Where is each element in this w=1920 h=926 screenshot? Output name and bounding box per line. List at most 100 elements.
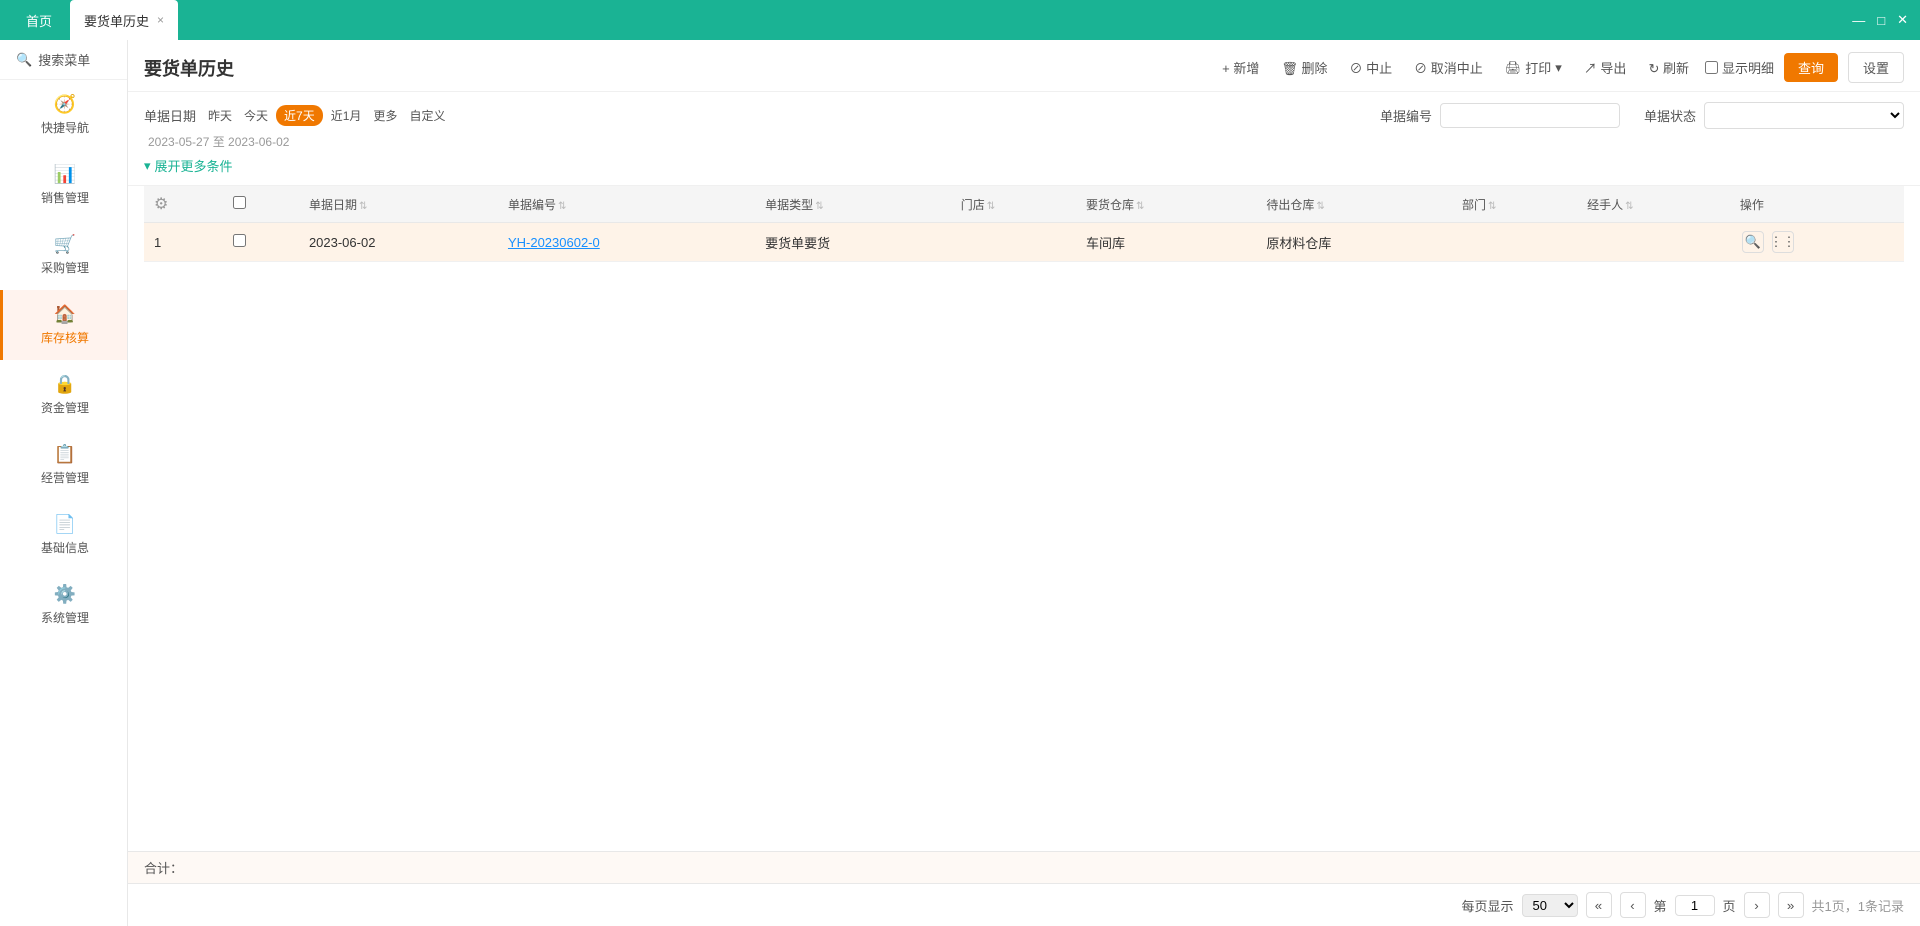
expand-more-btn[interactable]: ▾ 展开更多条件 (144, 156, 1904, 175)
sort-icon-handler: ⇅ (1625, 201, 1633, 212)
date-btns: 昨天 今天 近7天 近1月 更多 自定义 (204, 105, 449, 126)
status-label: 单据状态 (1644, 106, 1696, 125)
refresh-button[interactable]: ↻ 刷新 (1642, 54, 1695, 81)
tab-history[interactable]: 要货单历史 × (70, 0, 178, 40)
cell-store (951, 223, 1076, 262)
sidebar: 🔍 搜索菜单 🧭 快捷导航 📊 销售管理 🛒 采购管理 🏠 库存核算 🔒 资金管… (0, 40, 128, 926)
display-detail-label: 显示明细 (1722, 58, 1774, 77)
cell-date: 2023-06-02 (299, 223, 498, 262)
page-first-btn[interactable]: « (1586, 892, 1612, 918)
sum-label: 合计： (144, 861, 183, 876)
print-chevron-icon: ▾ (1555, 60, 1562, 76)
page-last-btn[interactable]: » (1778, 892, 1804, 918)
pagination: 每页显示 50 100 « ‹ 第 页 › » 共1页，1条记录 (128, 883, 1920, 926)
window-actions: — □ ✕ (1852, 12, 1908, 28)
date-range-display: 2023-05-27 至 2023-06-02 (148, 135, 289, 149)
settings-button[interactable]: 设置 (1848, 52, 1904, 83)
sidebar-item-label-operations: 经营管理 (41, 469, 89, 486)
sidebar-item-operations[interactable]: 📋 经营管理 (0, 430, 127, 500)
doc-number-filter-group: 单据编号 (1380, 103, 1620, 128)
cell-checkbox[interactable] (223, 223, 299, 262)
col-store[interactable]: 门店⇅ (951, 186, 1076, 223)
per-page-select[interactable]: 50 100 (1522, 894, 1578, 917)
content-area: 要货单历史 + 新增 🗑 删除 ⊘ 中止 ⊘ 取消中止 🖨 打印 ▾ ↗ 导出 … (128, 40, 1920, 926)
sidebar-item-label-inventory: 库存核算 (41, 329, 89, 346)
col-handler[interactable]: 经手人⇅ (1577, 186, 1730, 223)
pagination-info: 共1页，1条记录 (1812, 896, 1904, 915)
window-minimize[interactable]: — (1852, 13, 1865, 28)
display-detail-checkbox[interactable] (1705, 61, 1718, 74)
col-department[interactable]: 部门⇅ (1452, 186, 1577, 223)
window-close[interactable]: ✕ (1897, 12, 1908, 28)
col-date[interactable]: 单据日期⇅ (299, 186, 498, 223)
page-label: 第 (1654, 896, 1667, 915)
sidebar-item-finance[interactable]: 🔒 资金管理 (0, 360, 127, 430)
print-button[interactable]: 🖨 打印 ▾ (1499, 54, 1568, 81)
query-button[interactable]: 查询 (1784, 53, 1838, 82)
row-view-btn[interactable]: 🔍 (1742, 231, 1764, 253)
inventory-icon: 🏠 (54, 304, 76, 325)
sidebar-item-inventory[interactable]: 🏠 库存核算 (0, 290, 127, 360)
tab-close-icon[interactable]: × (157, 13, 164, 27)
sidebar-item-purchase[interactable]: 🛒 采购管理 (0, 220, 127, 290)
cell-handler (1577, 223, 1730, 262)
sidebar-item-label-basic-info: 基础信息 (41, 539, 89, 556)
cancel-suspend-button[interactable]: ⊘ 取消中止 (1408, 54, 1489, 81)
expand-more-label: 展开更多条件 (155, 156, 233, 175)
date-btn-1month[interactable]: 近1月 (327, 105, 366, 126)
page-title: 要货单历史 (144, 55, 234, 81)
system-icon: ⚙️ (54, 584, 76, 605)
date-filter-group: 单据日期 昨天 今天 近7天 近1月 更多 自定义 (144, 105, 449, 126)
row-checkbox[interactable] (233, 234, 246, 247)
sidebar-item-sales[interactable]: 📊 销售管理 (0, 150, 127, 220)
tab-home[interactable]: 首页 (12, 0, 66, 40)
cell-number[interactable]: YH-20230602-0 (498, 223, 755, 262)
date-btn-yesterday[interactable]: 昨天 (204, 105, 236, 126)
table-row[interactable]: 1 2023-06-02 YH-20230602-0 要货单要货 车间库 原材料… (144, 223, 1904, 262)
print-icon: 🖨 (1505, 60, 1522, 76)
date-btn-more[interactable]: 更多 (369, 105, 401, 126)
doc-number-input[interactable] (1440, 103, 1620, 128)
cell-department (1452, 223, 1577, 262)
sidebar-item-basic-info[interactable]: 📄 基础信息 (0, 500, 127, 570)
col-settings[interactable]: ⚙ (144, 186, 223, 223)
table-header-row: ⚙ 单据日期⇅ 单据编号⇅ 单据类型⇅ 门店⇅ 要货仓库⇅ 待出仓库⇅ 部门⇅ … (144, 186, 1904, 223)
col-req-warehouse[interactable]: 要货仓库⇅ (1076, 186, 1256, 223)
cell-pending-warehouse: 原材料仓库 (1256, 223, 1452, 262)
cell-index: 1 (144, 223, 223, 262)
sidebar-item-label-system: 系统管理 (41, 609, 89, 626)
search-menu[interactable]: 🔍 搜索菜单 (0, 40, 127, 80)
sidebar-item-system[interactable]: ⚙️ 系统管理 (0, 570, 127, 640)
page-prev-btn[interactable]: ‹ (1620, 892, 1646, 918)
export-button[interactable]: ↗ 导出 (1578, 54, 1633, 81)
col-type[interactable]: 单据类型⇅ (755, 186, 951, 223)
sidebar-item-label-purchase: 采购管理 (41, 259, 89, 276)
add-button[interactable]: + 新增 (1216, 54, 1265, 81)
footer-sum: 合计： (128, 851, 1920, 883)
window-maximize[interactable]: □ (1877, 13, 1885, 28)
date-btn-today[interactable]: 今天 (240, 105, 272, 126)
date-btn-custom[interactable]: 自定义 (405, 105, 449, 126)
per-page-label: 每页显示 (1461, 896, 1513, 915)
doc-number-link[interactable]: YH-20230602-0 (508, 235, 600, 250)
col-number[interactable]: 单据编号⇅ (498, 186, 755, 223)
sidebar-item-quick-nav[interactable]: 🧭 快捷导航 (0, 80, 127, 150)
sort-icon-store: ⇅ (987, 201, 995, 212)
sales-icon: 📊 (54, 164, 76, 185)
status-select[interactable] (1704, 102, 1904, 129)
display-detail-checkbox-label[interactable]: 显示明细 (1705, 58, 1774, 77)
quick-nav-icon: 🧭 (54, 94, 76, 115)
col-pending-warehouse[interactable]: 待出仓库⇅ (1256, 186, 1452, 223)
page-header: 要货单历史 + 新增 🗑 删除 ⊘ 中止 ⊘ 取消中止 🖨 打印 ▾ ↗ 导出 … (128, 40, 1920, 92)
select-all-checkbox[interactable] (233, 196, 246, 209)
sidebar-item-label-quick-nav: 快捷导航 (41, 119, 89, 136)
delete-button[interactable]: 🗑 删除 (1275, 54, 1333, 81)
date-btn-7days[interactable]: 近7天 (276, 105, 323, 126)
row-edit-btn[interactable]: ⋮⋮ (1772, 231, 1794, 253)
suspend-button[interactable]: ⊘ 中止 (1344, 54, 1399, 81)
page-input[interactable] (1675, 895, 1715, 916)
sort-icon-number: ⇅ (558, 201, 566, 212)
sort-icon-date: ⇅ (359, 201, 367, 212)
settings-icon[interactable]: ⚙ (154, 196, 168, 213)
page-next-btn[interactable]: › (1744, 892, 1770, 918)
